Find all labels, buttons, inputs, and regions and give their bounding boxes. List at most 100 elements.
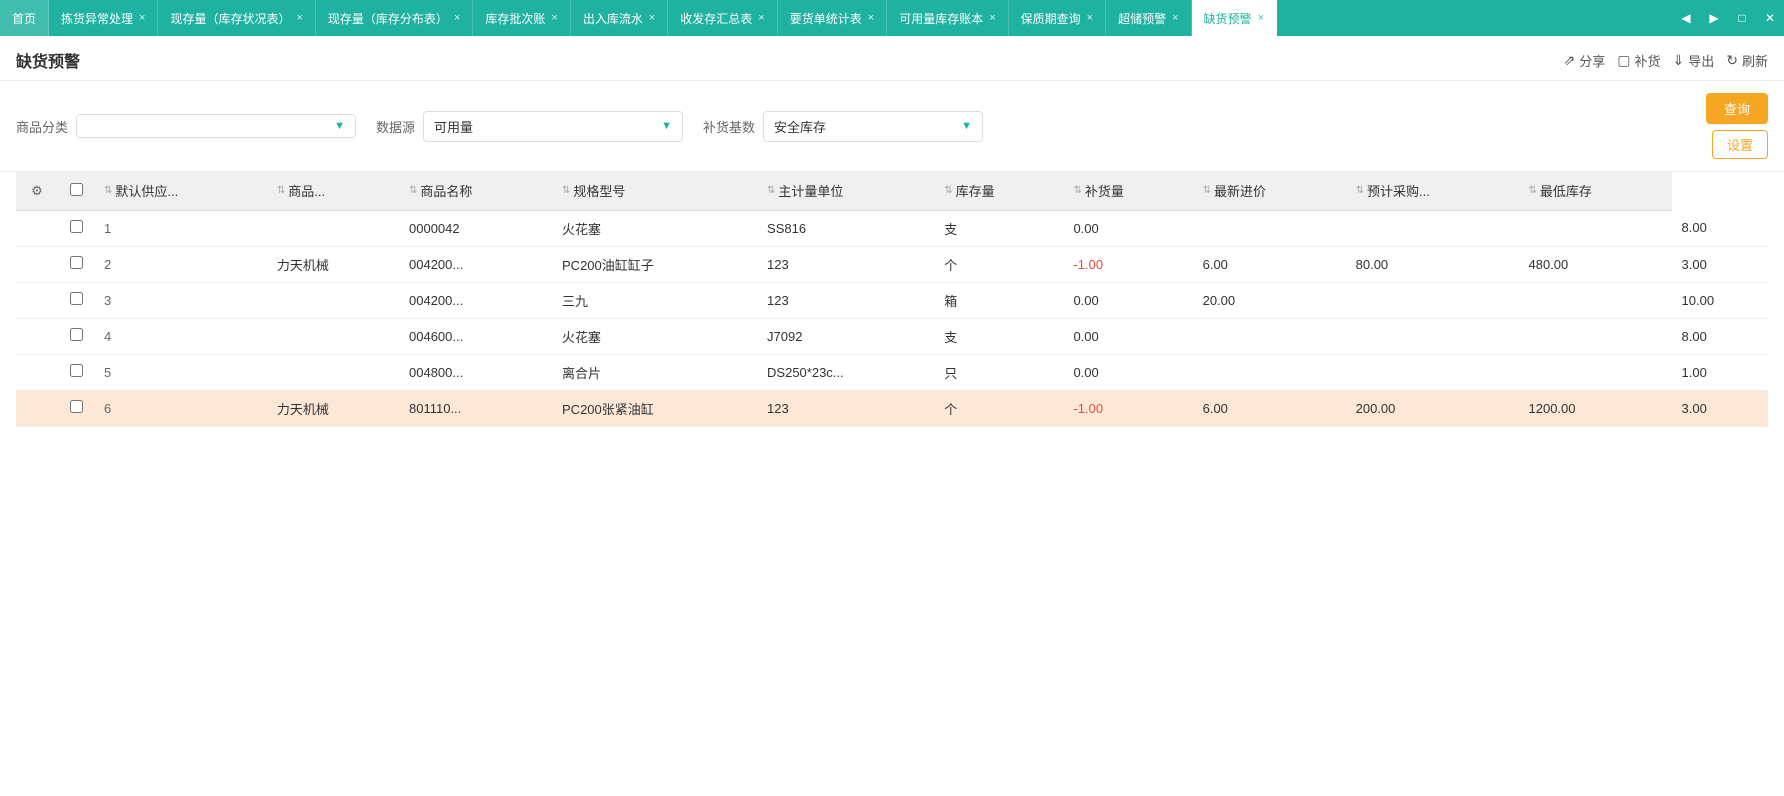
row-latest-price-1: 80.00 (1346, 246, 1519, 282)
col-header-estimated-purchase: ⇅ 预计采购... (1346, 172, 1519, 210)
gear-icon[interactable]: ⚙ (26, 180, 48, 202)
table-row: 2 力天机械 004200... PC200油缸缸子 123 个 -1.00 6… (16, 246, 1768, 282)
tab-close-available-ledger[interactable]: × (989, 12, 995, 24)
row-select-2[interactable] (70, 292, 83, 305)
row-num-3: 4 (94, 318, 267, 354)
tab-home[interactable]: 首页 (0, 0, 49, 36)
sort-icon-code: ⇅ (277, 185, 285, 196)
table-row: 3 004200... 三九 123 箱 0.00 20.00 10.00 (16, 282, 1768, 318)
share-button[interactable]: ⇗ 分享 (1564, 51, 1606, 70)
row-checkbox-0 (58, 210, 94, 246)
row-code-3: 004600... (399, 318, 552, 354)
tab-nav-buttons: ◀ ▶ □ ✕ (1672, 0, 1784, 36)
row-select-0[interactable] (70, 220, 83, 233)
col-header-stock: ⇅ 库存量 (934, 172, 1063, 210)
row-name-5: PC200张紧油缸 (552, 390, 757, 426)
col-header-product-name: ⇅ 商品名称 (399, 172, 552, 210)
tab-close-shortage-warning[interactable]: × (1258, 12, 1264, 24)
row-estimated-purchase-0 (1519, 210, 1672, 246)
tab-close-inventory-status[interactable]: × (296, 12, 302, 24)
row-code-4: 004800... (399, 354, 552, 390)
row-num-0: 1 (94, 210, 267, 246)
tab-close-batch-account[interactable]: × (551, 12, 557, 24)
tab-collect-account[interactable]: 收发存汇总表 × (668, 0, 777, 36)
tab-nav-restore[interactable]: □ (1728, 0, 1756, 36)
tab-inventory-status[interactable]: 现存量（库存状况表） × (158, 0, 315, 36)
tab-close-overstock-warning[interactable]: × (1172, 12, 1178, 24)
row-supplier-3 (267, 318, 399, 354)
table-header-row: ⚙ ⇅ 默认供应... (16, 172, 1768, 210)
row-name-1: PC200油缸缸子 (552, 246, 757, 282)
row-select-5[interactable] (70, 400, 83, 413)
tab-overstock-warning[interactable]: 超储预警 × (1106, 0, 1191, 36)
row-estimated-purchase-3 (1519, 318, 1672, 354)
row-checkbox-2 (58, 282, 94, 318)
row-replenish-qty-3 (1193, 318, 1346, 354)
row-unit-5: 个 (934, 390, 1063, 426)
datasource-select[interactable]: 可用量 ▼ (423, 111, 683, 142)
table-row: 5 004800... 离合片 DS250*23c... 只 0.00 1.00 (16, 354, 1768, 390)
table-row: 6 力天机械 801110... PC200张紧油缸 123 个 -1.00 6… (16, 390, 1768, 426)
category-select[interactable]: ▼ (76, 114, 356, 138)
tab-bar: 首页 拣货异常处理 × 现存量（库存状况表） × 现存量（库存分布表） × 库存… (0, 0, 1784, 36)
tab-shortage-warning[interactable]: 缺货预警 × (1192, 0, 1277, 36)
page-title: 缺货预警 (16, 48, 80, 72)
row-code-0: 0000042 (399, 210, 552, 246)
row-min-stock-3: 8.00 (1672, 318, 1768, 354)
row-num-5: 6 (94, 390, 267, 426)
tab-close-collect-account[interactable]: × (758, 12, 764, 24)
tab-expiry-query[interactable]: 保质期查询 × (1009, 0, 1106, 36)
replenish-base-select[interactable]: 安全库存 ▼ (763, 111, 983, 142)
tab-inventory-dist[interactable]: 现存量（库存分布表） × (316, 0, 473, 36)
tab-order-stats[interactable]: 要货单统计表 × (778, 0, 887, 36)
row-replenish-qty-4 (1193, 354, 1346, 390)
col-header-latest-price: ⇅ 最新进价 (1193, 172, 1346, 210)
table-row: 1 0000042 火花塞 SS816 支 0.00 8.00 (16, 210, 1768, 246)
tab-batch-account[interactable]: 库存批次账 × (473, 0, 570, 36)
tab-close-expiry-query[interactable]: × (1087, 12, 1093, 24)
row-spec-4: DS250*23c... (757, 354, 934, 390)
tab-available-ledger[interactable]: 可用量库存账本 × (887, 0, 1008, 36)
col-header-gear: ⚙ (16, 172, 58, 210)
row-checkbox-4 (58, 354, 94, 390)
sort-icon-stock: ⇅ (944, 185, 952, 196)
row-min-stock-5: 3.00 (1672, 390, 1768, 426)
replenish-base-value: 安全库存 (774, 117, 826, 136)
tab-close-order-stats[interactable]: × (868, 12, 874, 24)
sort-icon-replenish: ⇅ (1073, 185, 1081, 196)
tab-abnormal[interactable]: 拣货异常处理 × (49, 0, 158, 36)
tab-nav-close[interactable]: ✕ (1756, 0, 1784, 36)
category-filter-group: 商品分类 ▼ (16, 114, 356, 138)
row-select-1[interactable] (70, 256, 83, 269)
row-select-3[interactable] (70, 328, 83, 341)
refresh-button[interactable]: ↻ 刷新 (1726, 51, 1768, 70)
sort-icon-estimated: ⇅ (1356, 185, 1364, 196)
settings-button[interactable]: 设置 (1712, 130, 1768, 159)
select-all-checkbox[interactable] (70, 183, 83, 196)
row-min-stock-1: 3.00 (1672, 246, 1768, 282)
query-button[interactable]: 查询 (1706, 93, 1768, 124)
replenish-button[interactable]: ▢ 补货 (1617, 51, 1660, 70)
datasource-arrow-icon: ▼ (661, 120, 672, 132)
row-unit-4: 只 (934, 354, 1063, 390)
tab-inout-flow[interactable]: 出入库流水 × (571, 0, 668, 36)
row-supplier-1: 力天机械 (267, 246, 399, 282)
row-stock-3: 0.00 (1063, 318, 1192, 354)
sort-icon-spec: ⇅ (562, 185, 570, 196)
tab-close-inventory-dist[interactable]: × (454, 12, 460, 24)
row-code-5: 801110... (399, 390, 552, 426)
col-header-spec: ⇅ 规格型号 (552, 172, 757, 210)
row-checkbox-1 (58, 246, 94, 282)
tab-close-inout-flow[interactable]: × (649, 12, 655, 24)
row-num-2: 3 (94, 282, 267, 318)
row-select-4[interactable] (70, 364, 83, 377)
row-latest-price-4 (1346, 354, 1519, 390)
tab-nav-next[interactable]: ▶ (1700, 0, 1728, 36)
row-unit-3: 支 (934, 318, 1063, 354)
row-name-3: 火花塞 (552, 318, 757, 354)
row-spec-3: J7092 (757, 318, 934, 354)
tab-nav-prev[interactable]: ◀ (1672, 0, 1700, 36)
tab-close-abnormal[interactable]: × (139, 12, 145, 24)
export-button[interactable]: ⇓ 导出 (1673, 51, 1715, 70)
row-name-2: 三九 (552, 282, 757, 318)
